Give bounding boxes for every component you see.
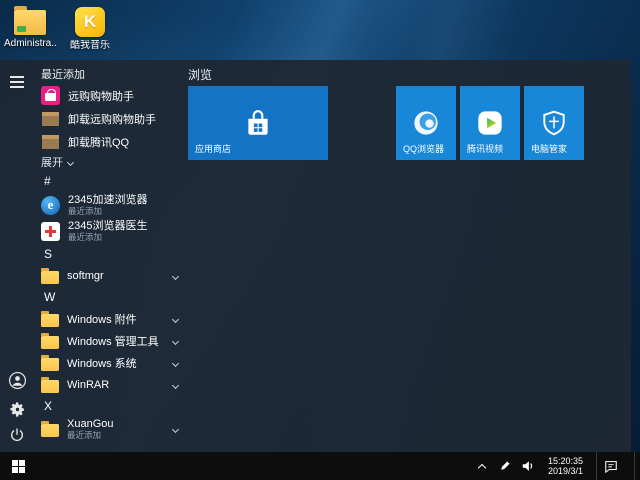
tencent-video-icon — [478, 111, 502, 135]
desktop-icon-label: 酷我音乐 — [70, 40, 110, 51]
chevron-down-icon — [66, 158, 75, 166]
app-item-yuangou-assistant[interactable]: 远购购物助手 — [36, 84, 188, 107]
power-button[interactable] — [7, 425, 27, 445]
browser-icon: e — [41, 195, 60, 215]
section-letter-w[interactable]: W — [36, 287, 188, 308]
folder-icon — [41, 354, 59, 371]
chevron-down-icon — [171, 272, 180, 280]
folder-label: XuanGou — [67, 418, 114, 430]
expand-label: 展开 — [41, 157, 63, 169]
chevron-up-icon — [477, 463, 487, 472]
store-bag-icon — [248, 110, 268, 135]
app-item-2345-doctor[interactable]: 2345浏览器医生 最近添加 — [36, 218, 188, 244]
app-item-uninstall-yuangou[interactable]: 卸载远购购物助手 — [36, 107, 188, 130]
tile-qq-browser[interactable]: QQ浏览器 — [396, 86, 456, 160]
action-center-button[interactable] — [596, 452, 625, 480]
tile-label: 电脑管家 — [531, 144, 568, 154]
chevron-down-icon — [171, 337, 180, 345]
folder-item-winrar[interactable]: WinRAR — [36, 374, 188, 396]
tile-label: 应用商店 — [195, 144, 232, 154]
folder-icon — [41, 332, 59, 349]
recently-added-tag: 最近添加 — [68, 232, 103, 242]
user-avatar-button[interactable] — [7, 370, 27, 390]
windows-logo-icon — [11, 459, 25, 473]
folder-item-softmgr[interactable]: softmgr — [36, 265, 188, 287]
chevron-down-icon — [171, 315, 180, 323]
tile-label: 腾讯视频 — [467, 144, 504, 154]
start-menu-tiles: 浏览 应用商店 QQ浏览器 腾讯视频 电脑管家 — [188, 60, 631, 452]
folder-item-windows-system[interactable]: Windows 系统 — [36, 352, 188, 374]
clock-time: 15:20:35 — [547, 455, 583, 466]
system-tray: 15:20:35 2019/3/1 — [475, 452, 640, 480]
desktop-icon-administrator[interactable]: Administra... — [4, 6, 56, 51]
recently-added-header: 最近添加 — [41, 69, 85, 81]
chevron-down-icon — [171, 359, 180, 367]
desktop-icons: Administra... K 酷我音乐 — [4, 6, 116, 51]
hamburger-menu-button[interactable] — [7, 72, 27, 92]
show-desktop-button[interactable] — [634, 452, 638, 480]
section-letter-x[interactable]: X — [36, 396, 188, 416]
gear-icon — [9, 401, 24, 417]
start-menu-rail — [0, 60, 34, 452]
speaker-icon — [522, 461, 533, 471]
shield-icon — [543, 110, 565, 136]
start-menu: 最近添加 远购购物助手 卸载远购购物助手 卸载腾讯QQ 展开 # e 2345加… — [0, 60, 631, 452]
folder-label: Windows 系统 — [67, 358, 137, 370]
tile-app-store[interactable]: 应用商店 — [188, 86, 328, 160]
doctor-icon — [41, 221, 60, 241]
expand-button[interactable]: 展开 — [36, 153, 188, 171]
user-icon — [8, 371, 26, 389]
tile-group-label: 浏览 — [188, 68, 213, 82]
chevron-down-icon — [171, 425, 180, 433]
folder-icon — [41, 267, 59, 284]
power-icon — [11, 428, 23, 442]
folder-icon — [41, 376, 59, 393]
clock-date: 2019/3/1 — [547, 466, 583, 476]
folder-icon — [41, 420, 59, 437]
uninstaller-icon — [41, 109, 60, 128]
app-icon — [41, 86, 60, 105]
folder-item-windows-admin-tools[interactable]: Windows 管理工具 — [36, 330, 188, 352]
taskbar-clock[interactable]: 15:20:35 2019/3/1 — [544, 456, 587, 477]
recently-added-tag: 最近添加 — [67, 430, 102, 440]
app-label: 远购购物助手 — [68, 90, 134, 103]
folder-label: Windows 附件 — [67, 314, 137, 326]
volume-tray-button[interactable] — [521, 452, 535, 480]
start-button[interactable] — [0, 452, 36, 480]
app-label: 卸载远购购物助手 — [68, 113, 156, 126]
tile-pc-manager[interactable]: 电脑管家 — [524, 86, 584, 160]
folder-icon — [41, 310, 59, 327]
recently-added-tag: 最近添加 — [68, 206, 103, 216]
desktop-icon-kuwo-music[interactable]: K 酷我音乐 — [64, 6, 116, 51]
app-label: 2345浏览器医生 — [68, 220, 148, 232]
kuwo-music-icon: K — [75, 7, 105, 37]
qq-browser-icon — [414, 111, 438, 135]
folder-label: softmgr — [67, 270, 104, 282]
taskbar: 15:20:35 2019/3/1 — [0, 452, 640, 480]
app-label: 卸载腾讯QQ — [68, 136, 130, 149]
tile-tencent-video[interactable]: 腾讯视频 — [460, 86, 520, 160]
pen-tray-button[interactable] — [498, 452, 512, 480]
settings-button[interactable] — [7, 399, 27, 419]
tray-expand-button[interactable] — [475, 452, 489, 480]
desktop-icon-label: Administra... — [4, 38, 56, 49]
uninstaller-icon — [41, 132, 60, 151]
app-item-2345-browser[interactable]: e 2345加速浏览器 最近添加 — [36, 192, 188, 218]
section-letter-s[interactable]: S — [36, 244, 188, 265]
folder-label: Windows 管理工具 — [67, 336, 159, 348]
section-letter-hash[interactable]: # — [36, 171, 188, 192]
desktop-wallpaper: Administra... K 酷我音乐 最近添加 远购购物助手 卸载远购购物助… — [0, 0, 640, 480]
start-menu-app-list: 最近添加 远购购物助手 卸载远购购物助手 卸载腾讯QQ 展开 # e 2345加… — [34, 60, 188, 452]
folder-label: WinRAR — [67, 379, 110, 391]
app-item-uninstall-qq[interactable]: 卸载腾讯QQ — [36, 130, 188, 153]
chevron-down-icon — [171, 381, 180, 389]
app-label: 2345加速浏览器 — [68, 194, 148, 206]
action-center-icon — [605, 461, 617, 473]
folder-item-windows-accessories[interactable]: Windows 附件 — [36, 308, 188, 330]
folder-item-xuangou[interactable]: XuanGou 最近添加 — [36, 416, 188, 442]
folder-icon — [14, 6, 46, 35]
pen-icon — [501, 461, 510, 470]
tile-label: QQ浏览器 — [403, 144, 445, 154]
